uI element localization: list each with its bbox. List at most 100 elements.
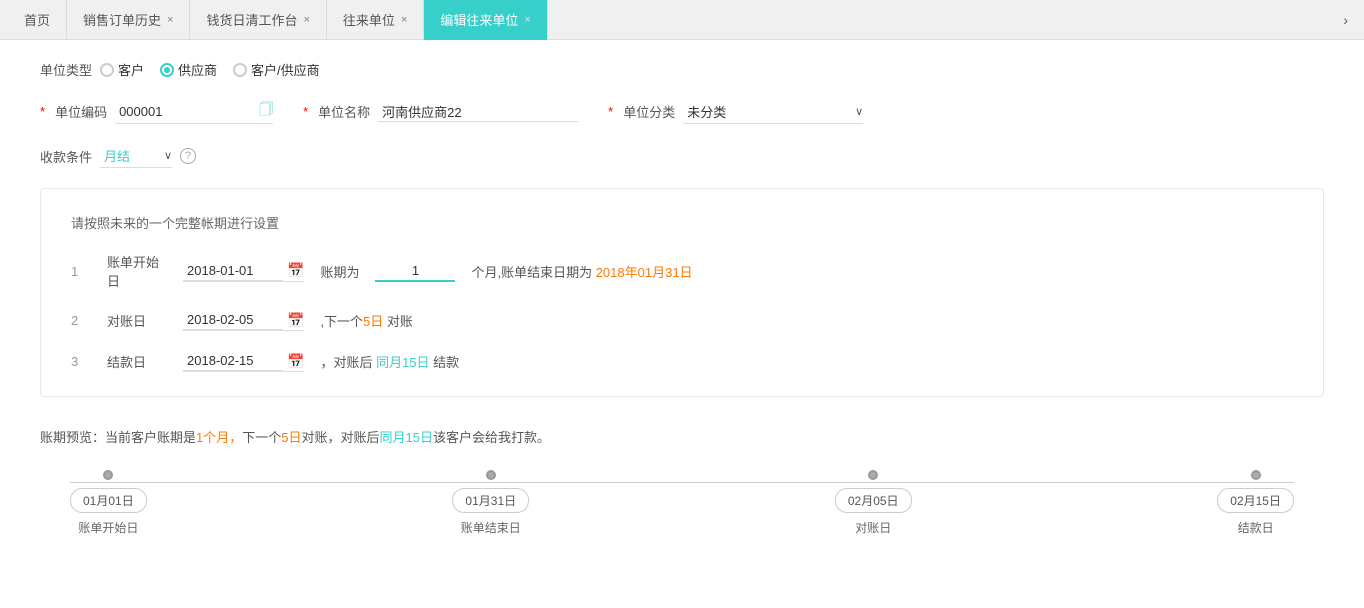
row-2-suffix: 对账 xyxy=(387,314,413,329)
tab-cash-workbench-label: 钱货日清工作台 xyxy=(206,10,297,29)
payment-terms-value: 月结 xyxy=(100,144,160,167)
row-2-calendar-icon[interactable]: 📅 xyxy=(287,312,304,329)
row-1-period-input[interactable] xyxy=(375,261,455,282)
unit-category-dropdown[interactable]: 未分类 ∨ xyxy=(683,100,863,124)
setting-row-1: 1 账单开始日 📅 账期为 个月,账单结束日期为 2018年01月31日 xyxy=(71,252,1293,290)
timeline-dot-1 xyxy=(103,470,113,480)
timeline-label-1: 01月01日 xyxy=(70,488,147,513)
timeline-dot-4 xyxy=(1251,470,1261,480)
timeline-dot-2 xyxy=(486,470,496,480)
unit-code-star: * xyxy=(40,104,45,119)
timeline-node-3: 02月05日 对账日 xyxy=(835,470,912,536)
payment-terms-group: 收款条件 月结 ∨ ? xyxy=(40,144,196,168)
row-1-period-suffix: 个月,账单结束日期为 2018年01月31日 xyxy=(471,262,692,281)
row-1-calendar-icon[interactable]: 📅 xyxy=(287,262,304,279)
code-name-category-row: * 单位编码 🗍 * 单位名称 * 单位分类 未分类 ∨ xyxy=(40,99,1324,124)
radio-customer-label: 客户 xyxy=(118,60,144,79)
timeline-sub-3: 对账日 xyxy=(855,519,891,536)
tab-edit-partner-close[interactable]: × xyxy=(524,14,530,26)
main-content: 单位类型 客户 供应商 客户/供应商 * 单位编码 xyxy=(0,40,1364,608)
timeline-node-4: 02月15日 结款日 xyxy=(1217,470,1294,536)
unit-category-group: * 单位分类 未分类 ∨ xyxy=(608,100,863,124)
unit-name-input[interactable] xyxy=(378,102,578,122)
unit-type-row: 单位类型 客户 供应商 客户/供应商 xyxy=(40,60,1324,79)
row-1-end-date: 2018年01月31日 xyxy=(596,265,693,280)
unit-name-star: * xyxy=(303,104,308,119)
tab-sales-history[interactable]: 销售订单历史 × xyxy=(67,0,190,40)
timeline-node-1: 01月01日 账单开始日 xyxy=(70,470,147,536)
row-2-type: 对账日 xyxy=(107,311,167,330)
timeline-node-2: 01月31日 账单结束日 xyxy=(452,470,529,536)
row-3-type: 结款日 xyxy=(107,352,167,371)
unit-code-input[interactable] xyxy=(115,102,255,121)
payment-terms-label: 收款条件 xyxy=(40,147,92,166)
row-3-suffix: 结款 xyxy=(433,355,459,370)
radio-both[interactable]: 客户/供应商 xyxy=(233,60,320,79)
row-3-highlight: 同月15日 xyxy=(376,355,429,370)
setting-row-3: 3 结款日 📅 ，对账后 同月15日 结款 xyxy=(71,351,1293,372)
unit-code-group: * 单位编码 🗍 xyxy=(40,99,273,124)
timeline-nodes: 01月01日 账单开始日 01月31日 账单结束日 02月05日 对账日 xyxy=(70,470,1294,536)
tab-edit-partner-label: 编辑往来单位 xyxy=(440,10,518,29)
setting-row-2: 2 对账日 📅 ,下一个5日 对账 xyxy=(71,310,1293,331)
row-1-period-prefix: 账期为 xyxy=(320,262,359,281)
row-3-num: 3 xyxy=(71,354,91,369)
unit-code-input-wrapper: 🗍 xyxy=(115,99,273,124)
tab-home-label: 首页 xyxy=(24,10,50,29)
preview-mid2: 对账，对账后 xyxy=(302,430,380,445)
tab-cash-workbench-close[interactable]: × xyxy=(303,14,309,26)
unit-category-label: 单位分类 xyxy=(623,102,675,121)
tab-edit-partner[interactable]: 编辑往来单位 × xyxy=(424,0,547,40)
radio-supplier-circle xyxy=(160,63,174,77)
row-3-calendar-icon[interactable]: 📅 xyxy=(287,353,304,370)
tab-arrow[interactable]: › xyxy=(1335,12,1356,28)
radio-customer[interactable]: 客户 xyxy=(100,60,144,79)
radio-both-label: 客户/供应商 xyxy=(251,60,320,79)
tab-cash-workbench[interactable]: 钱货日清工作台 × xyxy=(190,0,326,40)
row-2-highlight: 5日 xyxy=(363,314,383,329)
preview-suffix: 该客户会给我打款。 xyxy=(433,430,550,445)
timeline-sub-2: 账单结束日 xyxy=(461,519,521,536)
tab-partner-units-label: 往来单位 xyxy=(343,10,395,29)
timeline-sub-4: 结款日 xyxy=(1238,519,1274,536)
tab-sales-history-close[interactable]: × xyxy=(167,14,173,26)
radio-customer-circle xyxy=(100,63,114,77)
tab-partner-units-close[interactable]: × xyxy=(401,14,407,26)
timeline-label-3: 02月05日 xyxy=(835,488,912,513)
unit-category-value: 未分类 xyxy=(683,100,851,123)
radio-supplier[interactable]: 供应商 xyxy=(160,60,217,79)
settings-card: 请按照未来的一个完整帐期进行设置 1 账单开始日 📅 账期为 个月,账单结束日期… xyxy=(40,188,1324,397)
unit-name-label: 单位名称 xyxy=(318,102,370,121)
preview-section: 账期预览：当前客户账期是1个月，下一个5日对账，对账后同月15日该客户会给我打款… xyxy=(40,417,1324,546)
tab-home[interactable]: 首页 xyxy=(8,0,67,40)
card-title: 请按照未来的一个完整帐期进行设置 xyxy=(71,213,1293,232)
tab-partner-units[interactable]: 往来单位 × xyxy=(327,0,424,40)
unit-category-chevron: ∨ xyxy=(855,105,863,118)
preview-highlight2: 5日 xyxy=(281,430,301,445)
row-1-date-input[interactable] xyxy=(183,261,283,281)
payment-terms-select[interactable]: 月结 ∨ xyxy=(100,144,172,168)
timeline: 01月01日 账单开始日 01月31日 账单结束日 02月05日 对账日 xyxy=(40,470,1324,536)
row-3-date-input[interactable] xyxy=(183,351,283,371)
unit-code-copy-icon[interactable]: 🗍 xyxy=(259,99,273,123)
unit-category-star: * xyxy=(608,104,613,119)
timeline-sub-1: 账单开始日 xyxy=(78,519,138,536)
row-2-num: 2 xyxy=(71,313,91,328)
timeline-label-2: 01月31日 xyxy=(452,488,529,513)
payment-terms-chevron: ∨ xyxy=(164,149,172,162)
tab-sales-history-label: 销售订单历史 xyxy=(83,10,161,29)
preview-highlight3: 同月15日 xyxy=(380,430,433,445)
preview-prefix: 账期预览：当前客户账期是 xyxy=(40,430,196,445)
row-1-type: 账单开始日 xyxy=(107,252,167,290)
row-2-date-input[interactable] xyxy=(183,310,283,330)
preview-mid1: 下一个 xyxy=(242,430,281,445)
row-3-date-wrapper: 📅 xyxy=(183,351,304,372)
payment-terms-row: 收款条件 月结 ∨ ? xyxy=(40,144,1324,168)
unit-type-label: 单位类型 xyxy=(40,60,92,79)
preview-highlight1: 1个月， xyxy=(196,430,242,445)
row-1-date-wrapper: 📅 xyxy=(183,261,304,282)
radio-supplier-label: 供应商 xyxy=(178,60,217,79)
unit-code-label: 单位编码 xyxy=(55,102,107,121)
row-2-desc: ,下一个5日 对账 xyxy=(320,311,413,330)
help-icon[interactable]: ? xyxy=(180,148,196,164)
